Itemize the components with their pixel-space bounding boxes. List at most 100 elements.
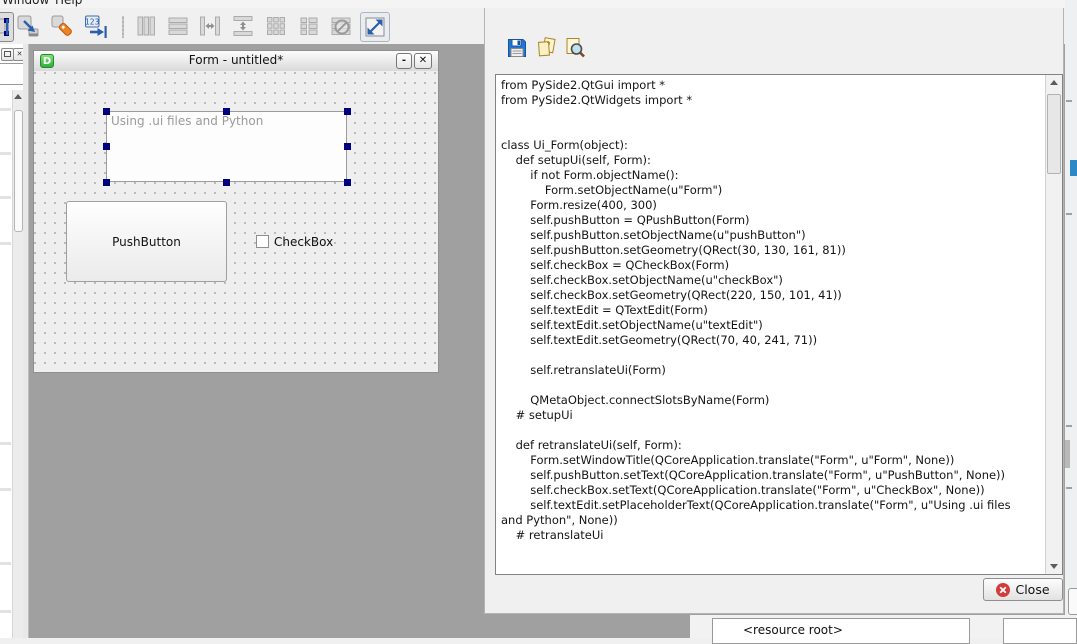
break-layout-icon bbox=[329, 14, 353, 38]
selection-handle[interactable] bbox=[103, 143, 110, 150]
dock-splitter[interactable] bbox=[23, 44, 29, 638]
list-divider bbox=[0, 488, 11, 491]
layout-vertical-button[interactable] bbox=[164, 12, 192, 40]
code-view[interactable]: from PySide2.QtGui import *from PySide2.… bbox=[495, 74, 1063, 575]
find-button[interactable] bbox=[563, 36, 589, 62]
resource-preview[interactable] bbox=[1003, 618, 1077, 644]
layout-vertical-icon bbox=[166, 14, 190, 38]
resource-root-item[interactable]: <resource root> bbox=[743, 623, 843, 637]
edit-buddies-icon bbox=[50, 14, 74, 38]
checkbox-label: CheckBox bbox=[274, 235, 333, 249]
scrollbar-thumb[interactable] bbox=[1047, 94, 1061, 174]
close-button[interactable]: Close bbox=[983, 578, 1063, 601]
selection-handle[interactable] bbox=[103, 108, 110, 115]
resource-browser-dock: <resource root> bbox=[690, 615, 1077, 638]
save-button[interactable] bbox=[505, 36, 531, 62]
code-line: self.checkBox.setObjectName(u"checkBox") bbox=[501, 273, 1045, 288]
code-line: self.pushButton = QPushButton(Form) bbox=[501, 213, 1045, 228]
form-minimize-button[interactable]: - bbox=[396, 53, 412, 69]
edit-buddies-button[interactable] bbox=[48, 12, 76, 40]
tree-branch-fragment bbox=[1066, 487, 1072, 489]
edit-tab-order-icon: 123 bbox=[84, 14, 108, 38]
checkbox-widget[interactable]: CheckBox bbox=[256, 221, 357, 262]
list-divider bbox=[0, 442, 11, 445]
edit-tab-order-button[interactable]: 123 bbox=[82, 12, 110, 40]
textedit-placeholder: Using .ui files and Python bbox=[111, 114, 346, 128]
layout-horizontal-icon bbox=[134, 14, 158, 38]
float-icon bbox=[4, 51, 11, 57]
textedit-widget[interactable]: Using .ui files and Python bbox=[106, 111, 347, 182]
code-line: self.checkBox.setText(QCoreApplication.t… bbox=[501, 483, 1045, 498]
save-icon bbox=[505, 36, 531, 60]
break-layout-button[interactable] bbox=[327, 12, 355, 40]
edit-widgets-icon bbox=[0, 15, 11, 39]
scroll-down-icon[interactable] bbox=[1046, 559, 1061, 574]
form-canvas[interactable]: Using .ui files and Python PushButton Ch… bbox=[34, 71, 438, 372]
edit-widgets-button[interactable] bbox=[0, 12, 14, 42]
form-window-titlebar[interactable]: D Form - untitled* - ✕ bbox=[34, 51, 438, 72]
code-line bbox=[501, 123, 1045, 138]
code-scrollbar[interactable] bbox=[1045, 75, 1062, 574]
layout-grid-icon bbox=[264, 14, 288, 38]
menubar: Window Help bbox=[0, 0, 1077, 8]
code-line bbox=[501, 423, 1045, 438]
code-line: self.checkBox.setGeometry(QRect(220, 150… bbox=[501, 288, 1045, 303]
code-line bbox=[501, 378, 1045, 393]
layout-form-icon bbox=[297, 14, 321, 38]
code-line: Form.setObjectName(u"Form") bbox=[501, 183, 1045, 198]
code-line: if not Form.objectName(): bbox=[501, 168, 1045, 183]
layout-grid-button[interactable] bbox=[262, 12, 290, 40]
code-line: self.checkBox = QCheckBox(Form) bbox=[501, 258, 1045, 273]
right-panel-fragment bbox=[1065, 0, 1077, 638]
code-line bbox=[501, 108, 1045, 123]
tree-branch-fragment bbox=[1066, 213, 1072, 215]
code-line: Form.setWindowTitle(QCoreApplication.tra… bbox=[501, 453, 1045, 468]
code-line: QMetaObject.connectSlotsByName(Form) bbox=[501, 393, 1045, 408]
list-divider bbox=[0, 610, 11, 613]
code-line: self.textEdit.setObjectName(u"textEdit") bbox=[501, 318, 1045, 333]
scroll-up-icon[interactable] bbox=[14, 94, 22, 99]
scroll-up-icon[interactable] bbox=[1046, 75, 1061, 90]
code-line: self.pushButton.setText(QCoreApplication… bbox=[501, 468, 1045, 483]
splitter-vertical-button[interactable] bbox=[229, 12, 257, 40]
menu-window[interactable]: Window bbox=[2, 0, 49, 7]
code-line: Form.resize(400, 300) bbox=[501, 198, 1045, 213]
find-icon bbox=[563, 36, 589, 60]
copy-button[interactable] bbox=[535, 36, 561, 62]
code-preview-dialog: from PySide2.QtGui import *from PySide2.… bbox=[484, 8, 1064, 614]
layout-horizontal-button[interactable] bbox=[132, 12, 160, 40]
input-fragment bbox=[1068, 588, 1077, 615]
checkbox-box-icon[interactable] bbox=[256, 235, 269, 248]
adjust-size-button[interactable] bbox=[360, 12, 390, 42]
selection-handle[interactable] bbox=[344, 179, 351, 186]
list-divider bbox=[0, 152, 11, 155]
resource-tree[interactable]: <resource root> bbox=[712, 618, 970, 644]
splitter-horizontal-icon bbox=[198, 14, 222, 38]
widget-box-list[interactable] bbox=[0, 90, 11, 638]
close-button-label: Close bbox=[1015, 582, 1049, 597]
selection-handle[interactable] bbox=[344, 108, 351, 115]
code-line: self.textEdit = QTextEdit(Form) bbox=[501, 303, 1045, 318]
code-line bbox=[501, 348, 1045, 363]
copy-icon bbox=[535, 36, 561, 60]
scrollbar-thumb[interactable] bbox=[14, 110, 23, 232]
splitter-horizontal-button[interactable] bbox=[196, 12, 224, 40]
edit-signals-slots-button[interactable] bbox=[14, 12, 42, 40]
scrollbar-fragment bbox=[1065, 440, 1070, 468]
form-close-button[interactable]: ✕ bbox=[414, 53, 432, 69]
selection-handle[interactable] bbox=[223, 108, 230, 115]
selection-handle[interactable] bbox=[103, 179, 110, 186]
list-divider bbox=[0, 196, 11, 199]
pushbutton-widget[interactable]: PushButton bbox=[66, 201, 227, 282]
edit-signals-slots-icon bbox=[16, 14, 40, 38]
menu-help[interactable]: Help bbox=[55, 0, 82, 7]
list-divider bbox=[0, 562, 11, 565]
code-line: self.textEdit.setGeometry(QRect(70, 40, … bbox=[501, 333, 1045, 348]
selection-handle[interactable] bbox=[344, 143, 351, 150]
code-line: self.pushButton.setObjectName(u"pushButt… bbox=[501, 228, 1045, 243]
code-line: self.textEdit.setPlaceholderText(QCoreAp… bbox=[501, 498, 1045, 513]
selection-handle[interactable] bbox=[223, 179, 230, 186]
layout-form-button[interactable] bbox=[295, 12, 323, 40]
widget-box-scrollbar[interactable] bbox=[12, 90, 23, 638]
qt-designer-screen: { "menubar": { "items": [ { "label": "Wi… bbox=[0, 0, 1077, 638]
